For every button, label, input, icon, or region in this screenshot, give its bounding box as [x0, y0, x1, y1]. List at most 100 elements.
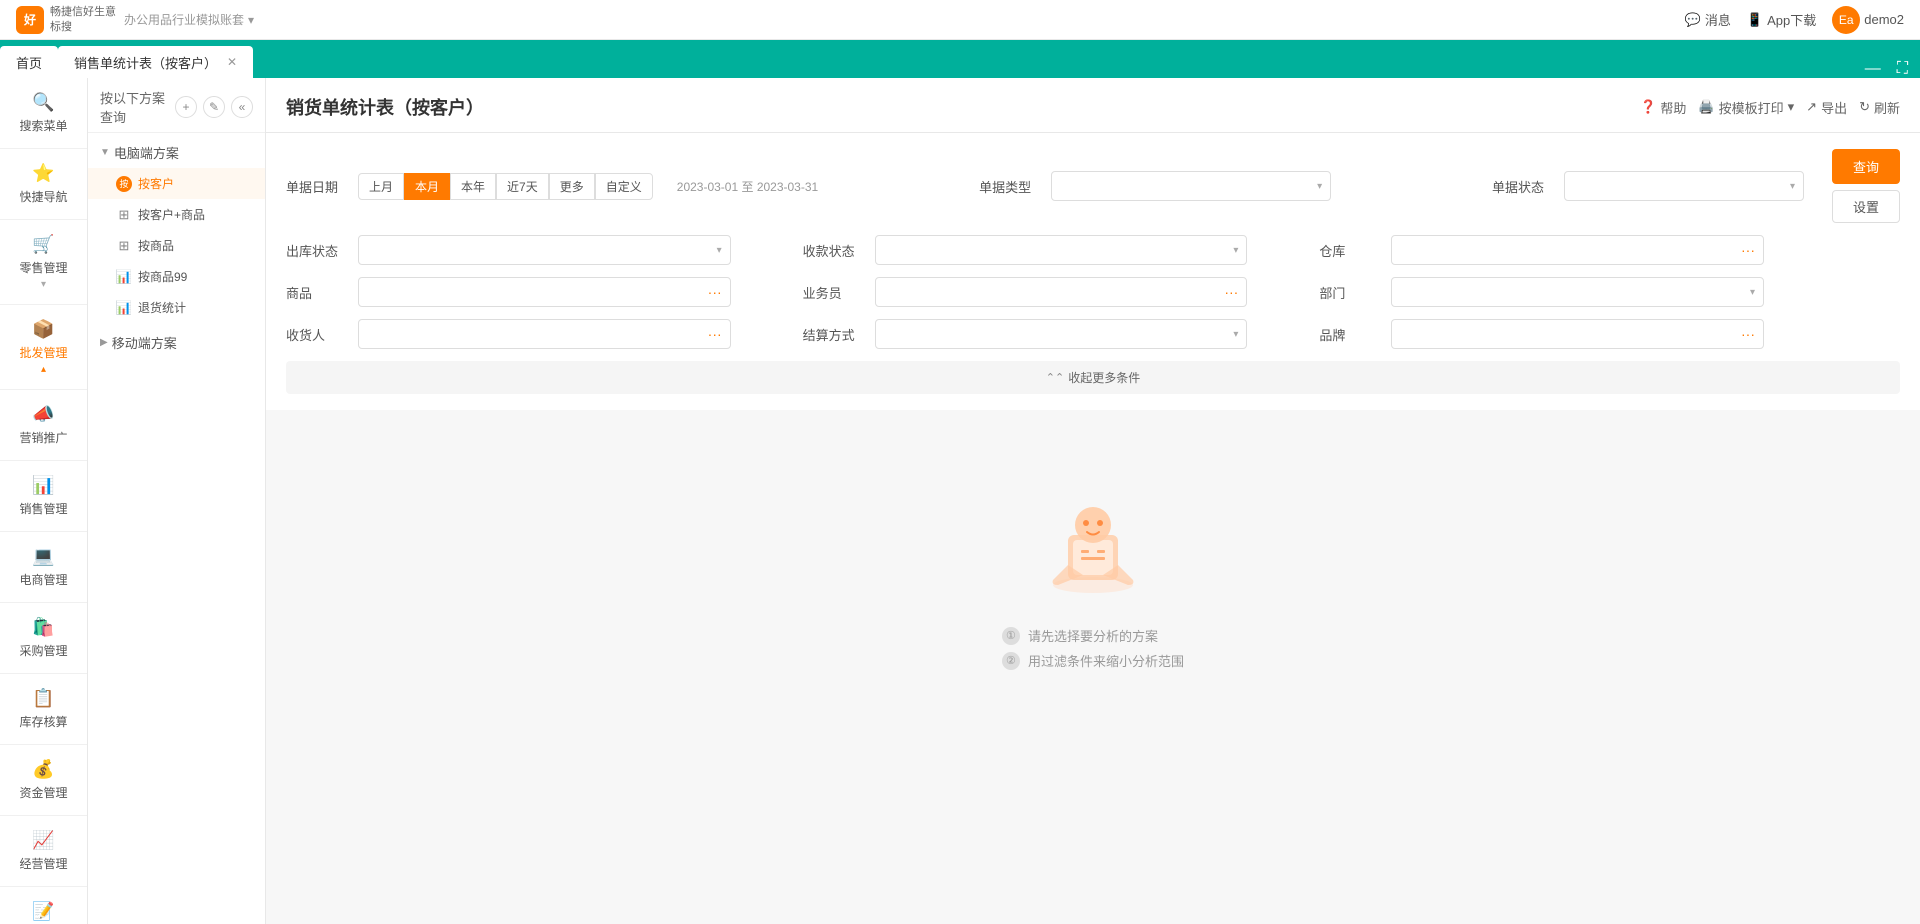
date-btn-more[interactable]: 更多 — [549, 173, 595, 200]
salesperson-input[interactable]: ··· — [875, 277, 1248, 307]
settlement-select[interactable]: ▾ — [875, 319, 1248, 349]
goods-ellipsis-icon[interactable]: ··· — [708, 284, 722, 300]
stock-status-label: 出库状态 — [286, 241, 342, 260]
sidebar-item-wholesale[interactable]: 📦 批发管理 ▴ — [0, 305, 87, 390]
department-label: 部门 — [1319, 283, 1375, 302]
recipient-input[interactable]: ··· — [358, 319, 731, 349]
payment-chevron-icon: ▾ — [1233, 245, 1238, 256]
sidebar-item-sales[interactable]: 📊 销售管理 — [0, 461, 87, 532]
arrow-icon: ▾ — [41, 279, 46, 290]
purchase-icon: 🛍️ — [8, 617, 79, 638]
desktop-scheme-section: ▼ 电脑端方案 按 按客户 ⊞ 按客户+商品 ⊞ 按商品 📊 按商品99 — [88, 133, 265, 327]
app-download-button[interactable]: 📱 App下载 — [1747, 10, 1816, 29]
query-button[interactable]: 查询 — [1832, 149, 1900, 184]
recipient-ellipsis-icon[interactable]: ··· — [708, 326, 722, 342]
help-button[interactable]: ❓ 帮助 — [1640, 98, 1686, 117]
settlement-chevron-icon: ▾ — [1233, 329, 1238, 340]
tab-home[interactable]: 首页 — [0, 46, 58, 78]
export-button[interactable]: ↗ 导出 — [1806, 98, 1847, 117]
tab-sales-statistics[interactable]: 销售单统计表（按客户） ✕ — [58, 46, 253, 78]
department-chevron-icon: ▾ — [1750, 287, 1755, 298]
filter-row-4: 收货人 ··· 结算方式 ▾ 品牌 ··· — [286, 319, 1900, 349]
scheme-item-customer-product[interactable]: ⊞ 按客户+商品 — [88, 199, 265, 230]
brand-input[interactable]: ··· — [1391, 319, 1764, 349]
page-title: 销货单统计表（按客户） — [286, 94, 484, 120]
sidebar-item-inventory[interactable]: 📋 库存核算 — [0, 674, 87, 745]
print-arrow-icon: ▾ — [1788, 99, 1795, 115]
settings-button[interactable]: 设置 — [1832, 190, 1900, 223]
template-print-button[interactable]: 🖨️ 按模板打印 ▾ — [1698, 98, 1794, 117]
minimize-icon[interactable]: — — [1861, 60, 1885, 78]
sidebar-item-operations[interactable]: 📈 经营管理 — [0, 816, 87, 887]
tab-close-icon[interactable]: ✕ — [227, 55, 237, 69]
page-actions: ❓ 帮助 🖨️ 按模板打印 ▾ ↗ 导出 ↻ — [1640, 98, 1900, 117]
empty-text: ① 请先选择要分析的方案 ② 用过滤条件来缩小分析范围 — [1002, 626, 1184, 676]
date-range-display: 2023-03-01 至 2023-03-31 — [677, 178, 818, 195]
ecommerce-icon: 💻 — [8, 546, 79, 567]
sidebar-item-ecommerce[interactable]: 💻 电商管理 — [0, 532, 87, 603]
sidebar-item-quick-nav[interactable]: ⭐ 快捷导航 — [0, 149, 87, 220]
chart2-icon: ⊞ — [116, 238, 132, 254]
collapse-filters-button[interactable]: ⌃⌃ 收起更多条件 — [286, 361, 1900, 394]
returns-icon: 📊 — [116, 300, 132, 316]
user-menu[interactable]: Ea demo2 — [1832, 6, 1904, 34]
info-icon: 📝 — [8, 901, 79, 922]
tip2-num: ② — [1002, 652, 1020, 670]
warehouse-input[interactable]: ··· — [1391, 235, 1764, 265]
date-button-group: 上月 本月 本年 近7天 更多 自定义 — [358, 173, 653, 200]
scheme-item-by-customer[interactable]: 按 按客户 — [88, 168, 265, 199]
payment-status-select[interactable]: ▾ — [875, 235, 1248, 265]
sidebar-item-retail[interactable]: 🛒 零售管理 ▾ — [0, 220, 87, 305]
sidebar-item-basic-info[interactable]: 📝 基础信息 — [0, 887, 87, 924]
date-btn-this-year[interactable]: 本年 — [450, 173, 496, 200]
tab-expand-area: — ⛶ — [1861, 60, 1920, 78]
scheme-item-product99[interactable]: 📊 按商品99 — [88, 261, 265, 292]
warehouse-ellipsis-icon[interactable]: ··· — [1741, 242, 1755, 258]
doc-status-label: 单据状态 — [1492, 177, 1548, 196]
goods-input[interactable]: ··· — [358, 277, 731, 307]
chevron-down-icon[interactable]: ▾ — [248, 13, 254, 27]
empty-illustration — [1033, 490, 1153, 610]
sidebar-item-search[interactable]: 🔍 搜索菜单 — [0, 78, 87, 149]
cart-icon: 🛒 — [8, 234, 79, 255]
document-type-select[interactable]: ▾ — [1051, 171, 1331, 201]
salesperson-ellipsis-icon[interactable]: ··· — [1224, 284, 1238, 300]
filter-row-3: 商品 ··· 业务员 ··· 部门 ▾ — [286, 277, 1900, 307]
stock-status-select[interactable]: ▾ — [358, 235, 731, 265]
desktop-section-title[interactable]: ▼ 电脑端方案 — [88, 137, 265, 168]
filter-row-1: 单据日期 上月 本月 本年 近7天 更多 自定义 2023-03-01 至 20… — [286, 149, 1900, 223]
doc-type-label: 单据类型 — [979, 177, 1035, 196]
add-scheme-button[interactable]: + — [175, 96, 197, 118]
date-btn-custom[interactable]: 自定义 — [595, 173, 653, 200]
scheme-item-returns[interactable]: 📊 退货统计 — [88, 292, 265, 323]
department-select[interactable]: ▾ — [1391, 277, 1764, 307]
section-arrow-icon: ▼ — [100, 147, 110, 158]
message-button[interactable]: 💬 消息 — [1685, 10, 1731, 29]
refresh-button[interactable]: ↻ 刷新 — [1859, 98, 1900, 117]
avatar: Ea — [1832, 6, 1860, 34]
marketing-icon: 📣 — [8, 404, 79, 425]
search-icon: 🔍 — [8, 92, 79, 113]
document-status-select[interactable]: ▾ — [1564, 171, 1804, 201]
collapse-scheme-button[interactable]: « — [231, 96, 253, 118]
sidebar-item-marketing[interactable]: 📣 营销推广 — [0, 390, 87, 461]
sidebar-item-finance[interactable]: 💰 资金管理 — [0, 745, 87, 816]
mobile-scheme-section[interactable]: ▶ 移动端方案 — [88, 327, 265, 358]
logo-area: 好 畅捷信好生意 标搜 — [16, 5, 116, 34]
expand-icon[interactable]: ⛶ — [1893, 60, 1912, 78]
warehouse-label: 仓库 — [1319, 241, 1375, 260]
nav-tabs: 首页 销售单统计表（按客户） ✕ — ⛶ — [0, 40, 1920, 78]
operations-icon: 📈 — [8, 830, 79, 851]
inventory-icon: 📋 — [8, 688, 79, 709]
brand-ellipsis-icon[interactable]: ··· — [1741, 326, 1755, 342]
scheme-item-by-product[interactable]: ⊞ 按商品 — [88, 230, 265, 261]
query-buttons: 查询 设置 — [1832, 149, 1900, 223]
date-btn-7days[interactable]: 近7天 — [496, 173, 549, 200]
message-icon: 💬 — [1685, 12, 1701, 28]
edit-scheme-button[interactable]: ✎ — [203, 96, 225, 118]
payment-status-label: 收款状态 — [803, 241, 859, 260]
sidebar-item-purchase[interactable]: 🛍️ 采购管理 — [0, 603, 87, 674]
date-btn-this-month[interactable]: 本月 — [404, 173, 450, 200]
date-btn-last-month[interactable]: 上月 — [358, 173, 404, 200]
mobile-arrow-icon: ▶ — [100, 337, 108, 348]
